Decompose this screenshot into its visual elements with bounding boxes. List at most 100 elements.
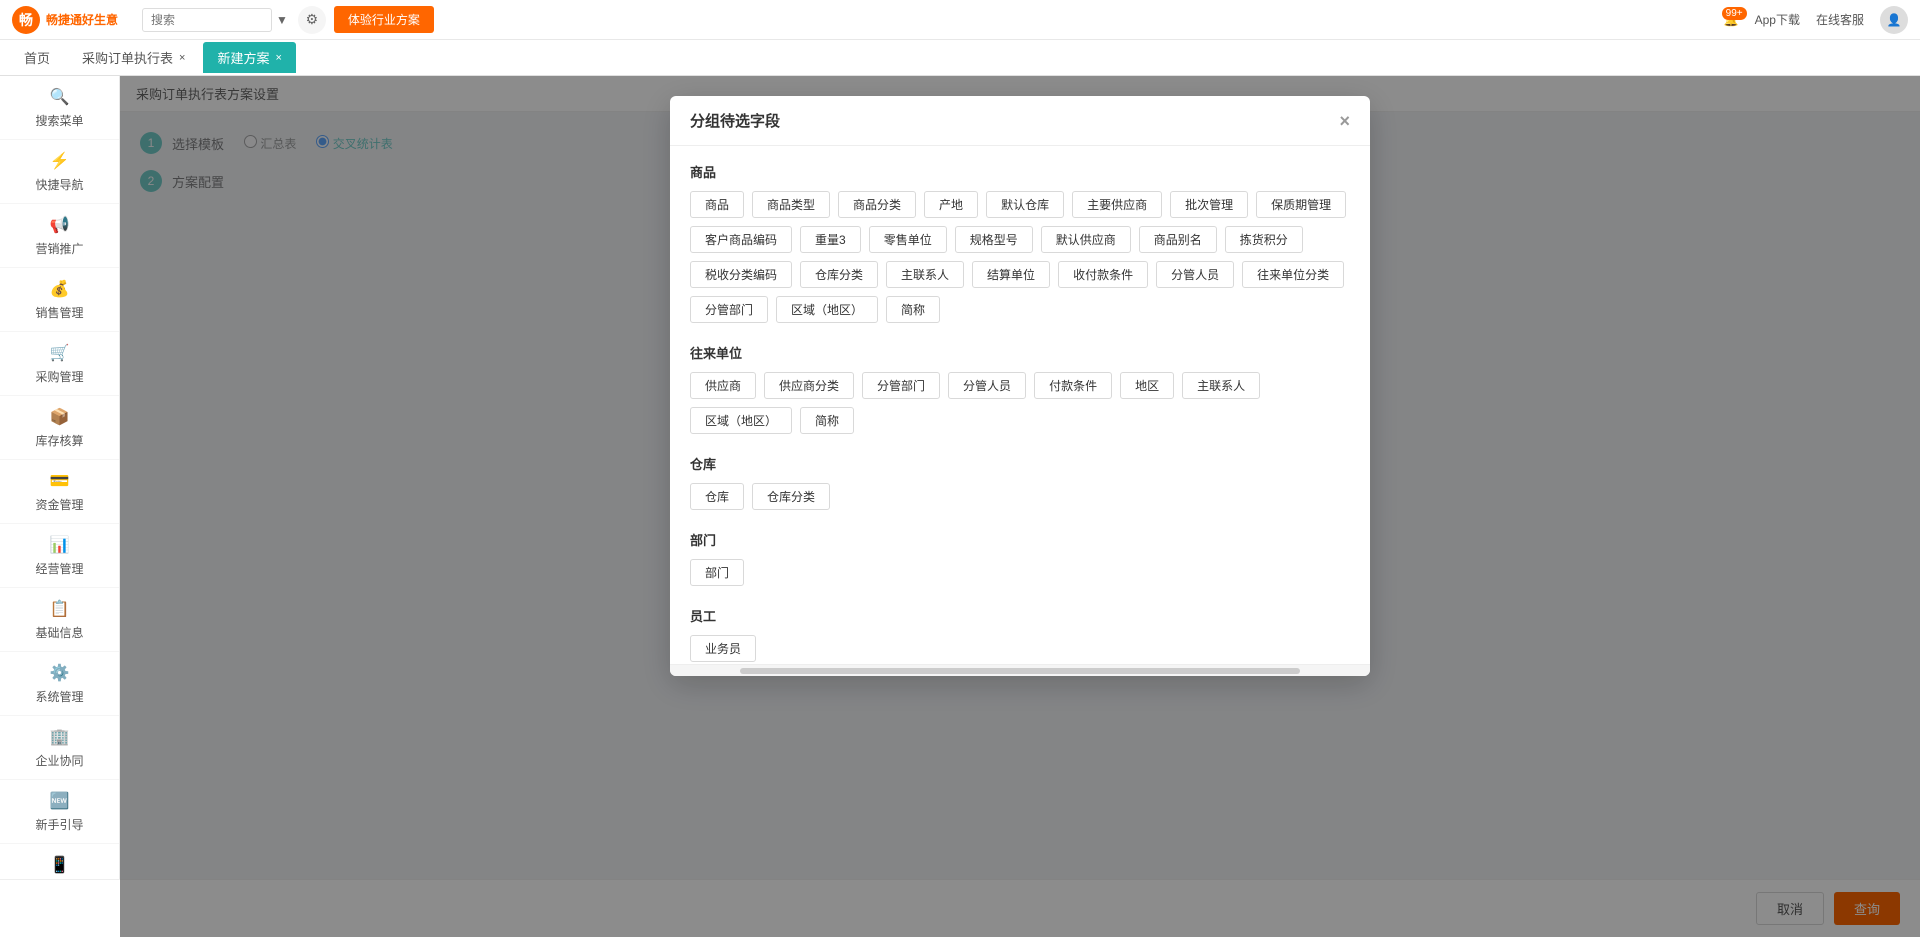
field-tag-warehouse-1[interactable]: 仓库分类 — [752, 483, 830, 510]
sidebar-icon-business: 📊 — [49, 534, 71, 556]
sidebar-icon-search-menu: 🔍 — [49, 86, 71, 108]
sidebar-item-purchase[interactable]: 🛒 采购管理 — [0, 332, 119, 396]
field-tag-goods-11[interactable]: 规格型号 — [955, 226, 1033, 253]
field-tag-goods-6[interactable]: 批次管理 — [1170, 191, 1248, 218]
section-title-warehouse: 仓库 — [690, 454, 1350, 473]
online-service[interactable]: 在线客服 — [1816, 11, 1864, 28]
sidebar-item-business[interactable]: 📊 经营管理 — [0, 524, 119, 588]
section-goods: 商品商品商品类型商品分类产地默认仓库主要供应商批次管理保质期管理客户商品编码重量… — [690, 162, 1350, 323]
field-tag-partner-7[interactable]: 区域（地区） — [690, 407, 792, 434]
gear-button[interactable]: ⚙ — [298, 6, 326, 34]
field-tag-goods-24[interactable]: 简称 — [886, 296, 940, 323]
field-tag-goods-2[interactable]: 商品分类 — [838, 191, 916, 218]
sidebar-label-sales: 销售管理 — [35, 304, 83, 321]
field-tag-partner-1[interactable]: 供应商分类 — [764, 372, 854, 399]
sidebar-item-enterprise[interactable]: 🏢 企业协同 — [0, 716, 119, 780]
sidebar-item-quick-nav[interactable]: ⚡ 快捷导航 — [0, 140, 119, 204]
sidebar-item-finance[interactable]: 💳 资金管理 — [0, 460, 119, 524]
sidebar-icon-app-center: 📱 — [49, 854, 71, 876]
field-tags-partner: 供应商供应商分类分管部门分管人员付款条件地区主联系人区域（地区） 简称 — [690, 372, 1350, 434]
modal-header: 分组待选字段 × — [670, 96, 1370, 146]
field-tag-goods-10[interactable]: 零售单位 — [869, 226, 947, 253]
field-tag-goods-16[interactable]: 仓库分类 — [800, 261, 878, 288]
field-tag-staff-0[interactable]: 业务员 — [690, 635, 756, 662]
sidebar-icon-system: ⚙️ — [49, 662, 71, 684]
section-title-partner: 往来单位 — [690, 343, 1350, 362]
sidebar-label-finance: 资金管理 — [35, 496, 83, 513]
field-tag-partner-0[interactable]: 供应商 — [690, 372, 756, 399]
sidebar-label-basic-info: 基础信息 — [35, 624, 83, 641]
field-tag-goods-22[interactable]: 分管部门 — [690, 296, 768, 323]
sidebar-item-inventory[interactable]: 📦 库存核算 — [0, 396, 119, 460]
content-area: 采购订单执行表方案设置 1 选择模板 汇总表 交叉统计表 2 方案配置 — [120, 76, 1920, 937]
tab-close-icon[interactable]: × — [179, 52, 185, 64]
sidebar-label-business: 经营管理 — [35, 560, 83, 577]
field-tag-goods-4[interactable]: 默认仓库 — [986, 191, 1064, 218]
sidebar-icon-finance: 💳 — [49, 470, 71, 492]
field-tag-partner-6[interactable]: 主联系人 — [1182, 372, 1260, 399]
field-tag-goods-8[interactable]: 客户商品编码 — [690, 226, 792, 253]
field-tag-goods-21[interactable]: 往来单位分类 — [1242, 261, 1344, 288]
search-input[interactable] — [142, 8, 272, 32]
logo-text: 畅捷通好生意 — [46, 11, 118, 28]
sidebar-label-marketing: 营销推广 — [35, 240, 83, 257]
field-tag-partner-8[interactable]: 简称 — [800, 407, 854, 434]
sidebar-label-system: 系统管理 — [35, 688, 83, 705]
field-tag-goods-1[interactable]: 商品类型 — [752, 191, 830, 218]
field-tag-goods-23[interactable]: 区域（地区） — [776, 296, 878, 323]
dropdown-button[interactable]: ▼ — [272, 9, 292, 31]
sidebar-item-guide[interactable]: 🆕 新手引导 — [0, 780, 119, 844]
sidebar-icon-guide: 🆕 — [49, 790, 71, 812]
field-tag-goods-5[interactable]: 主要供应商 — [1072, 191, 1162, 218]
tab-purchase-list[interactable]: 采购订单执行表× — [68, 42, 199, 73]
sidebar-icon-quick-nav: ⚡ — [49, 150, 71, 172]
notification-badge[interactable]: 🔔 99+ — [1724, 13, 1739, 27]
trial-button[interactable]: 体验行业方案 — [334, 6, 434, 33]
sidebar-label-enterprise: 企业协同 — [35, 752, 83, 769]
tab-new-plan[interactable]: 新建方案 × — [203, 42, 295, 73]
sidebar-label-inventory: 库存核算 — [35, 432, 83, 449]
top-search: ▼ ⚙ — [142, 6, 326, 34]
sidebar-icon-inventory: 📦 — [49, 406, 71, 428]
avatar[interactable]: 👤 — [1880, 6, 1908, 34]
tab-close-icon[interactable]: × — [275, 52, 281, 64]
sidebar-item-basic-info[interactable]: 📋 基础信息 — [0, 588, 119, 652]
field-tag-goods-3[interactable]: 产地 — [924, 191, 978, 218]
field-tag-goods-19[interactable]: 收付款条件 — [1058, 261, 1148, 288]
top-bar: 畅 畅捷通好生意 ▼ ⚙ 体验行业方案 🔔 99+ App下载 在线客服 👤 — [0, 0, 1920, 40]
field-tag-warehouse-0[interactable]: 仓库 — [690, 483, 744, 510]
field-tag-goods-7[interactable]: 保质期管理 — [1256, 191, 1346, 218]
tab-home[interactable]: 首页 — [10, 42, 64, 73]
modal-close-button[interactable]: × — [1339, 112, 1350, 130]
sidebar-item-system[interactable]: ⚙️ 系统管理 — [0, 652, 119, 716]
field-tag-partner-4[interactable]: 付款条件 — [1034, 372, 1112, 399]
field-tags-goods: 商品商品类型商品分类产地默认仓库主要供应商批次管理保质期管理客户商品编码重量3 零… — [690, 191, 1350, 323]
section-title-department: 部门 — [690, 530, 1350, 549]
field-tag-goods-0[interactable]: 商品 — [690, 191, 744, 218]
sidebar-item-sales[interactable]: 💰 销售管理 — [0, 268, 119, 332]
modal-body[interactable]: 商品商品商品类型商品分类产地默认仓库主要供应商批次管理保质期管理客户商品编码重量… — [670, 146, 1370, 664]
field-tag-goods-17[interactable]: 主联系人 — [886, 261, 964, 288]
field-tag-goods-9[interactable]: 重量3 — [800, 226, 861, 253]
field-tag-goods-18[interactable]: 结算单位 — [972, 261, 1050, 288]
field-tag-partner-3[interactable]: 分管人员 — [948, 372, 1026, 399]
field-tag-department-0[interactable]: 部门 — [690, 559, 744, 586]
sidebar-item-marketing[interactable]: 📢 营销推广 — [0, 204, 119, 268]
field-tag-partner-5[interactable]: 地区 — [1120, 372, 1174, 399]
field-tag-goods-12[interactable]: 默认供应商 — [1041, 226, 1131, 253]
sidebar-icon-sales: 💰 — [49, 278, 71, 300]
app-download[interactable]: App下载 — [1755, 11, 1800, 28]
sidebar-icon-purchase: 🛒 — [49, 342, 71, 364]
modal-hscroll[interactable] — [670, 664, 1370, 676]
tab-label: 首页 — [24, 48, 50, 67]
field-tag-partner-2[interactable]: 分管部门 — [862, 372, 940, 399]
field-tags-staff: 业务员 — [690, 635, 1350, 662]
tab-label: 新建方案 — [217, 48, 269, 67]
field-tag-goods-20[interactable]: 分管人员 — [1156, 261, 1234, 288]
section-staff: 员工业务员 — [690, 606, 1350, 662]
logo-area: 畅 畅捷通好生意 — [12, 6, 132, 34]
field-tag-goods-14[interactable]: 拣货积分 — [1225, 226, 1303, 253]
field-tag-goods-15[interactable]: 税收分类编码 — [690, 261, 792, 288]
sidebar-item-search-menu[interactable]: 🔍 搜索菜单 — [0, 76, 119, 140]
field-tag-goods-13[interactable]: 商品别名 — [1139, 226, 1217, 253]
